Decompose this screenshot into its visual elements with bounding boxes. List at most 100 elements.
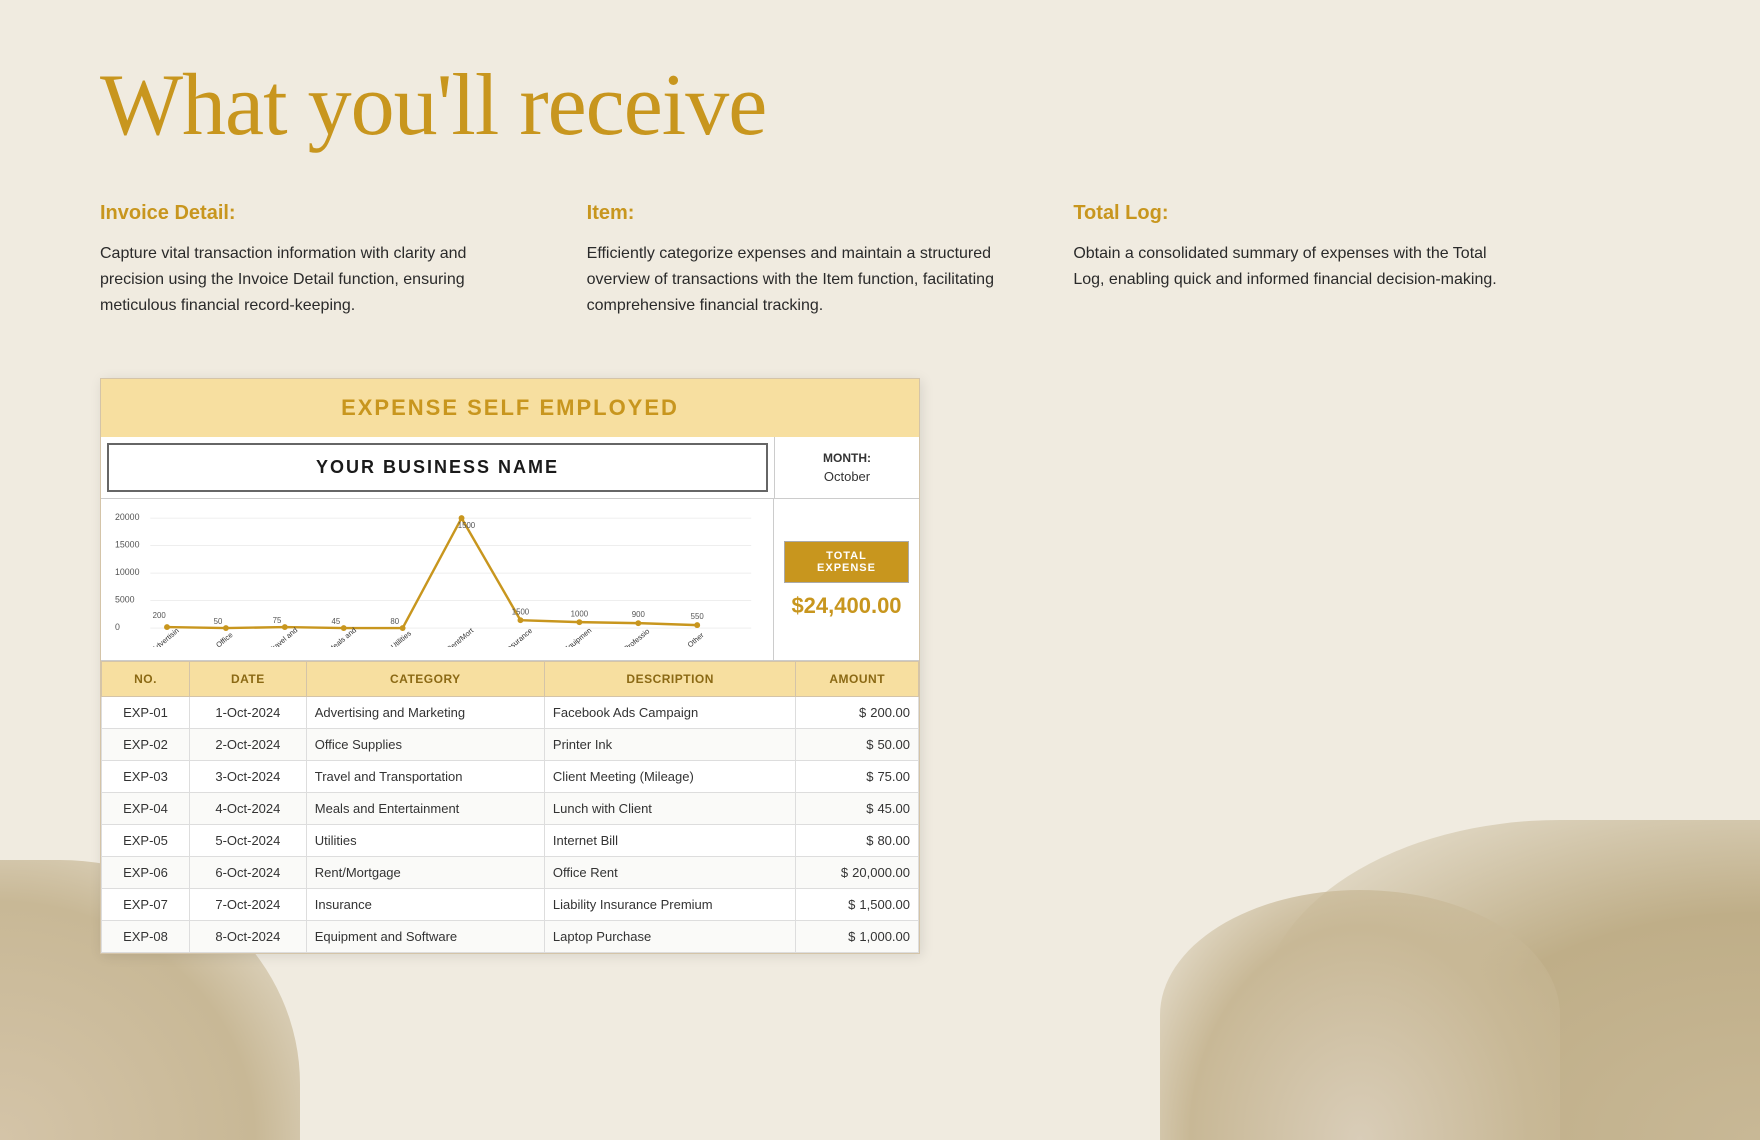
total-expense-value: $24,400.00: [791, 593, 901, 619]
expense-chart: 20000 15000 10000 5000 0: [113, 507, 761, 647]
col-description: DESCRIPTION: [544, 662, 796, 697]
svg-text:Equipmen: Equipmen: [562, 626, 593, 647]
table-header-row: NO. DATE CATEGORY DESCRIPTION AMOUNT: [102, 662, 919, 697]
table-row: EXP-022-Oct-2024Office SuppliesPrinter I…: [102, 729, 919, 761]
cell-5-4: $20,000.00: [796, 857, 919, 889]
cell-2-2: Travel and Transportation: [306, 761, 544, 793]
cell-7-3: Laptop Purchase: [544, 921, 796, 953]
cell-7-0: EXP-08: [102, 921, 190, 953]
cell-7-4: $1,000.00: [796, 921, 919, 953]
table-row: EXP-077-Oct-2024InsuranceLiability Insur…: [102, 889, 919, 921]
cell-0-3: Facebook Ads Campaign: [544, 697, 796, 729]
main-content: What you'll receive Invoice Detail: Capt…: [0, 0, 1760, 994]
cell-1-0: EXP-02: [102, 729, 190, 761]
svg-text:1000: 1000: [571, 609, 589, 618]
col-amount: AMOUNT: [796, 662, 919, 697]
currency-symbol: $: [866, 769, 873, 784]
table-row: EXP-066-Oct-2024Rent/MortgageOffice Rent…: [102, 857, 919, 889]
cell-1-3: Printer Ink: [544, 729, 796, 761]
total-log-text: Obtain a consolidated summary of expense…: [1073, 241, 1500, 292]
currency-symbol: $: [866, 737, 873, 752]
cell-4-0: EXP-05: [102, 825, 190, 857]
cell-5-0: EXP-06: [102, 857, 190, 889]
cell-3-4: $45.00: [796, 793, 919, 825]
svg-text:75: 75: [273, 616, 282, 625]
currency-symbol: $: [841, 865, 848, 880]
column-invoice-detail: Invoice Detail: Capture vital transactio…: [100, 202, 527, 318]
svg-text:45: 45: [332, 617, 341, 626]
currency-symbol: $: [866, 801, 873, 816]
cell-4-1: 5-Oct-2024: [189, 825, 306, 857]
cell-5-2: Rent/Mortgage: [306, 857, 544, 889]
cell-6-0: EXP-07: [102, 889, 190, 921]
svg-text:550: 550: [691, 612, 705, 621]
svg-text:Insurance: Insurance: [504, 626, 535, 647]
svg-text:5000: 5000: [115, 595, 135, 605]
cell-6-3: Liability Insurance Premium: [544, 889, 796, 921]
col-date: DATE: [189, 662, 306, 697]
svg-text:1500: 1500: [512, 607, 530, 616]
cell-4-3: Internet Bill: [544, 825, 796, 857]
currency-symbol: $: [848, 897, 855, 912]
invoice-detail-text: Capture vital transaction information wi…: [100, 241, 527, 318]
item-text: Efficiently categorize expenses and main…: [587, 241, 1014, 318]
svg-text:Rent/Mort: Rent/Mort: [445, 626, 476, 647]
cell-6-2: Insurance: [306, 889, 544, 921]
cell-1-1: 2-Oct-2024: [189, 729, 306, 761]
table-row: EXP-088-Oct-2024Equipment and SoftwareLa…: [102, 921, 919, 953]
page-title: What you'll receive: [100, 60, 1660, 152]
cell-5-3: Office Rent: [544, 857, 796, 889]
svg-text:15000: 15000: [115, 540, 140, 550]
month-box: MONTH: October: [774, 437, 919, 498]
chart-section: 20000 15000 10000 5000 0: [101, 499, 919, 661]
item-title: Item:: [587, 202, 1014, 225]
svg-text:80: 80: [390, 617, 399, 626]
cell-0-2: Advertising and Marketing: [306, 697, 544, 729]
cell-5-1: 6-Oct-2024: [189, 857, 306, 889]
cell-0-4: $200.00: [796, 697, 919, 729]
svg-text:50: 50: [214, 617, 223, 626]
spreadsheet-title: EXPENSE SELF EMPLOYED: [117, 395, 903, 421]
cell-3-3: Lunch with Client: [544, 793, 796, 825]
currency-symbol: $: [866, 833, 873, 848]
cell-0-0: EXP-01: [102, 697, 190, 729]
month-label: MONTH:: [823, 451, 871, 465]
spreadsheet-title-bar: EXPENSE SELF EMPLOYED: [101, 379, 919, 437]
svg-text:Office: Office: [214, 630, 234, 647]
cell-2-4: $75.00: [796, 761, 919, 793]
cell-4-2: Utilities: [306, 825, 544, 857]
svg-text:Professio: Professio: [622, 627, 651, 647]
table-row: EXP-011-Oct-2024Advertising and Marketin…: [102, 697, 919, 729]
business-name: YOUR BUSINESS NAME: [316, 457, 559, 478]
cell-6-4: $1,500.00: [796, 889, 919, 921]
table-row: EXP-033-Oct-2024Travel and Transportatio…: [102, 761, 919, 793]
cell-4-4: $80.00: [796, 825, 919, 857]
svg-text:Other: Other: [686, 630, 706, 647]
cell-7-1: 8-Oct-2024: [189, 921, 306, 953]
cell-1-4: $50.00: [796, 729, 919, 761]
business-name-box: YOUR BUSINESS NAME: [107, 443, 768, 492]
cell-2-0: EXP-03: [102, 761, 190, 793]
month-value: October: [824, 469, 870, 484]
col-no: NO.: [102, 662, 190, 697]
svg-text:1500: 1500: [458, 521, 476, 530]
cell-3-1: 4-Oct-2024: [189, 793, 306, 825]
total-log-title: Total Log:: [1073, 202, 1500, 225]
svg-text:10000: 10000: [115, 567, 140, 577]
spreadsheet: EXPENSE SELF EMPLOYED YOUR BUSINESS NAME…: [100, 378, 920, 954]
cell-2-1: 3-Oct-2024: [189, 761, 306, 793]
cell-1-2: Office Supplies: [306, 729, 544, 761]
cell-6-1: 7-Oct-2024: [189, 889, 306, 921]
currency-symbol: $: [859, 705, 866, 720]
currency-symbol: $: [848, 929, 855, 944]
table-body: EXP-011-Oct-2024Advertising and Marketin…: [102, 697, 919, 953]
cell-7-2: Equipment and Software: [306, 921, 544, 953]
svg-text:900: 900: [632, 610, 646, 619]
expense-table: NO. DATE CATEGORY DESCRIPTION AMOUNT EXP…: [101, 661, 919, 953]
total-expense-box: TOTAL EXPENSE $24,400.00: [774, 499, 919, 660]
chart-area: 20000 15000 10000 5000 0: [101, 499, 774, 660]
cell-3-2: Meals and Entertainment: [306, 793, 544, 825]
column-item: Item: Efficiently categorize expenses an…: [587, 202, 1014, 318]
invoice-detail-title: Invoice Detail:: [100, 202, 527, 225]
table-row: EXP-044-Oct-2024Meals and EntertainmentL…: [102, 793, 919, 825]
